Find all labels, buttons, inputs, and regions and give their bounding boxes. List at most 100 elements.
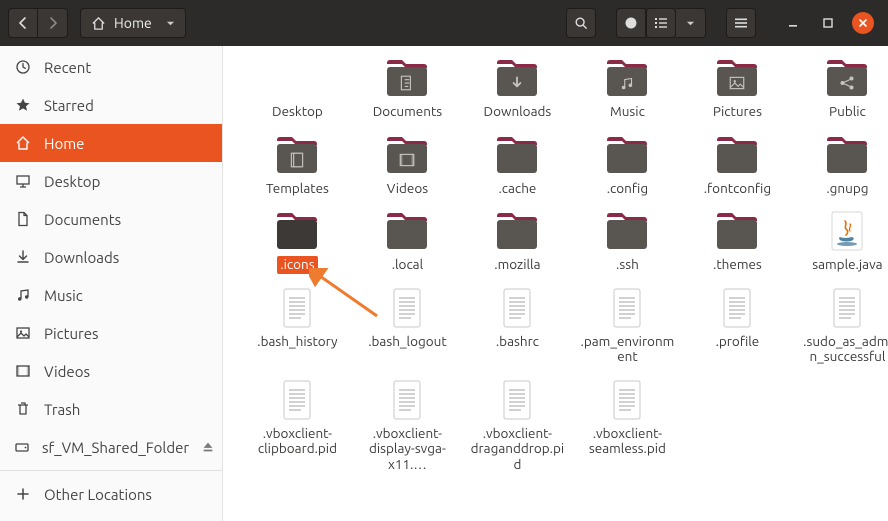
file-item[interactable]: .bash_history: [247, 284, 347, 366]
close-button[interactable]: [852, 12, 874, 34]
file-item[interactable]: .pam_environment: [577, 284, 677, 366]
file-item-label: Templates: [263, 180, 332, 198]
file-item[interactable]: Desktop: [247, 54, 347, 121]
path-bar[interactable]: Home: [80, 8, 186, 38]
file-item-label: .bash_logout: [365, 333, 449, 351]
videos-icon: [14, 362, 32, 380]
sidebar-item-label: sf_VM_Shared_Folder: [42, 439, 189, 456]
file-item[interactable]: .mozilla: [467, 207, 567, 274]
file-item[interactable]: .vboxclient-clipboard.pid: [247, 376, 347, 474]
sidebar-item-label: Downloads: [44, 249, 208, 266]
file-item[interactable]: Videos: [357, 131, 457, 198]
sidebar-item-label: Music: [44, 287, 208, 304]
sidebar-item-music[interactable]: Music: [0, 276, 222, 314]
file-item[interactable]: Pictures: [687, 54, 787, 121]
folder-icon: [822, 56, 872, 100]
zoom-button[interactable]: [616, 8, 646, 38]
view-options-button[interactable]: [676, 8, 706, 38]
file-item-label: .bash_history: [254, 333, 340, 351]
sidebar-item-pictures[interactable]: Pictures: [0, 314, 222, 352]
music-icon: [14, 286, 32, 304]
maximize-button[interactable]: [817, 13, 838, 34]
file-item[interactable]: Downloads: [467, 54, 567, 121]
sidebar-item-other-locations[interactable]: Other Locations: [0, 475, 222, 513]
plus-icon: [14, 485, 32, 503]
nav-button-group: [8, 8, 68, 38]
folder-icon: [712, 133, 762, 177]
sidebar-item-label: Videos: [44, 363, 208, 380]
file-item-label: .profile: [713, 333, 763, 351]
back-button[interactable]: [8, 8, 38, 38]
file-grid: DesktopDocumentsDownloadsMusicPicturesPu…: [247, 54, 876, 473]
text-icon: [602, 286, 652, 330]
file-item-label: .fontconfig: [701, 180, 774, 198]
sidebar-item-label: Other Locations: [44, 486, 208, 503]
hamburger-menu-button[interactable]: [726, 8, 756, 38]
file-item-label: .local: [389, 256, 426, 274]
file-item[interactable]: Documents: [357, 54, 457, 121]
file-item[interactable]: .icons: [247, 207, 347, 274]
sidebar: Recent Starred Home DesktopDocuments Downloa…: [0, 46, 223, 521]
path-dropdown-icon: [166, 19, 175, 28]
sidebar-item-label: Home: [44, 135, 208, 152]
file-item-label: .bashrc: [493, 333, 542, 351]
text-icon: [382, 286, 432, 330]
sidebar-item-trash[interactable]: Trash: [0, 390, 222, 428]
sidebar-item-home[interactable]: Home: [0, 124, 222, 162]
file-item-label: Music: [607, 103, 648, 121]
file-item[interactable]: .bashrc: [467, 284, 567, 366]
search-button[interactable]: [566, 8, 596, 38]
file-item[interactable]: Templates: [247, 131, 347, 198]
sidebar-item-label: Starred: [44, 97, 208, 114]
file-item-label: .cache: [495, 180, 539, 198]
titlebar: Home: [0, 0, 888, 46]
sidebar-item-downloads[interactable]: Downloads: [0, 238, 222, 276]
file-item[interactable]: .cache: [467, 131, 567, 198]
file-item[interactable]: .gnupg: [797, 131, 888, 198]
file-item-label: .vboxclient-seamless.pid: [577, 425, 677, 458]
downloads-icon: [14, 248, 32, 266]
file-item[interactable]: .fontconfig: [687, 131, 787, 198]
minimize-button[interactable]: [782, 13, 803, 34]
file-item[interactable]: sample.java: [797, 207, 888, 274]
file-item-label: .sudo_as_admin_successful: [797, 333, 888, 366]
folder-icon: [602, 209, 652, 253]
text-icon: [822, 286, 872, 330]
file-item-label: Pictures: [710, 103, 765, 121]
sidebar-item-label: Pictures: [44, 325, 208, 342]
sidebar-item-recent[interactable]: Recent: [0, 48, 222, 86]
file-item-label: .config: [604, 180, 651, 198]
sidebar-item-starred[interactable]: Starred: [0, 86, 222, 124]
sidebar-divider: [0, 470, 222, 471]
file-item[interactable]: .profile: [687, 284, 787, 366]
file-item[interactable]: .vboxclient-display-svga-x11.…: [357, 376, 457, 474]
file-item[interactable]: .vboxclient-draganddrop.pid: [467, 376, 567, 474]
forward-button[interactable]: [38, 8, 68, 38]
file-item[interactable]: .config: [577, 131, 677, 198]
sidebar-item-sf-vm-shared-folder[interactable]: sf_VM_Shared_Folder: [0, 428, 222, 466]
trash-icon: [14, 400, 32, 418]
file-item[interactable]: .bash_logout: [357, 284, 457, 366]
sidebar-item-documents[interactable]: Documents: [0, 200, 222, 238]
file-item[interactable]: .ssh: [577, 207, 677, 274]
file-item[interactable]: .sudo_as_admin_successful: [797, 284, 888, 366]
file-item[interactable]: .vboxclient-seamless.pid: [577, 376, 677, 474]
main-pane[interactable]: DesktopDocuments Downloads Music Pictures Pu…: [223, 46, 888, 521]
desktop-icon: [272, 56, 322, 100]
sidebar-item-videos[interactable]: Videos: [0, 352, 222, 390]
view-button-group: [616, 8, 706, 38]
eject-icon[interactable]: [201, 440, 215, 454]
file-item-label: .icons: [277, 256, 317, 274]
file-item-label: .ssh: [613, 256, 642, 274]
folder-icon: [382, 56, 432, 100]
file-item[interactable]: Public: [797, 54, 888, 121]
list-view-button[interactable]: [646, 8, 676, 38]
desktop-icon: [14, 172, 32, 190]
file-item[interactable]: .themes: [687, 207, 787, 274]
home-icon: [14, 134, 32, 152]
file-item[interactable]: .local: [357, 207, 457, 274]
sidebar-item-desktop[interactable]: Desktop: [0, 162, 222, 200]
file-item[interactable]: Music: [577, 54, 677, 121]
file-item-label: Downloads: [481, 103, 555, 121]
folder-icon: [382, 209, 432, 253]
